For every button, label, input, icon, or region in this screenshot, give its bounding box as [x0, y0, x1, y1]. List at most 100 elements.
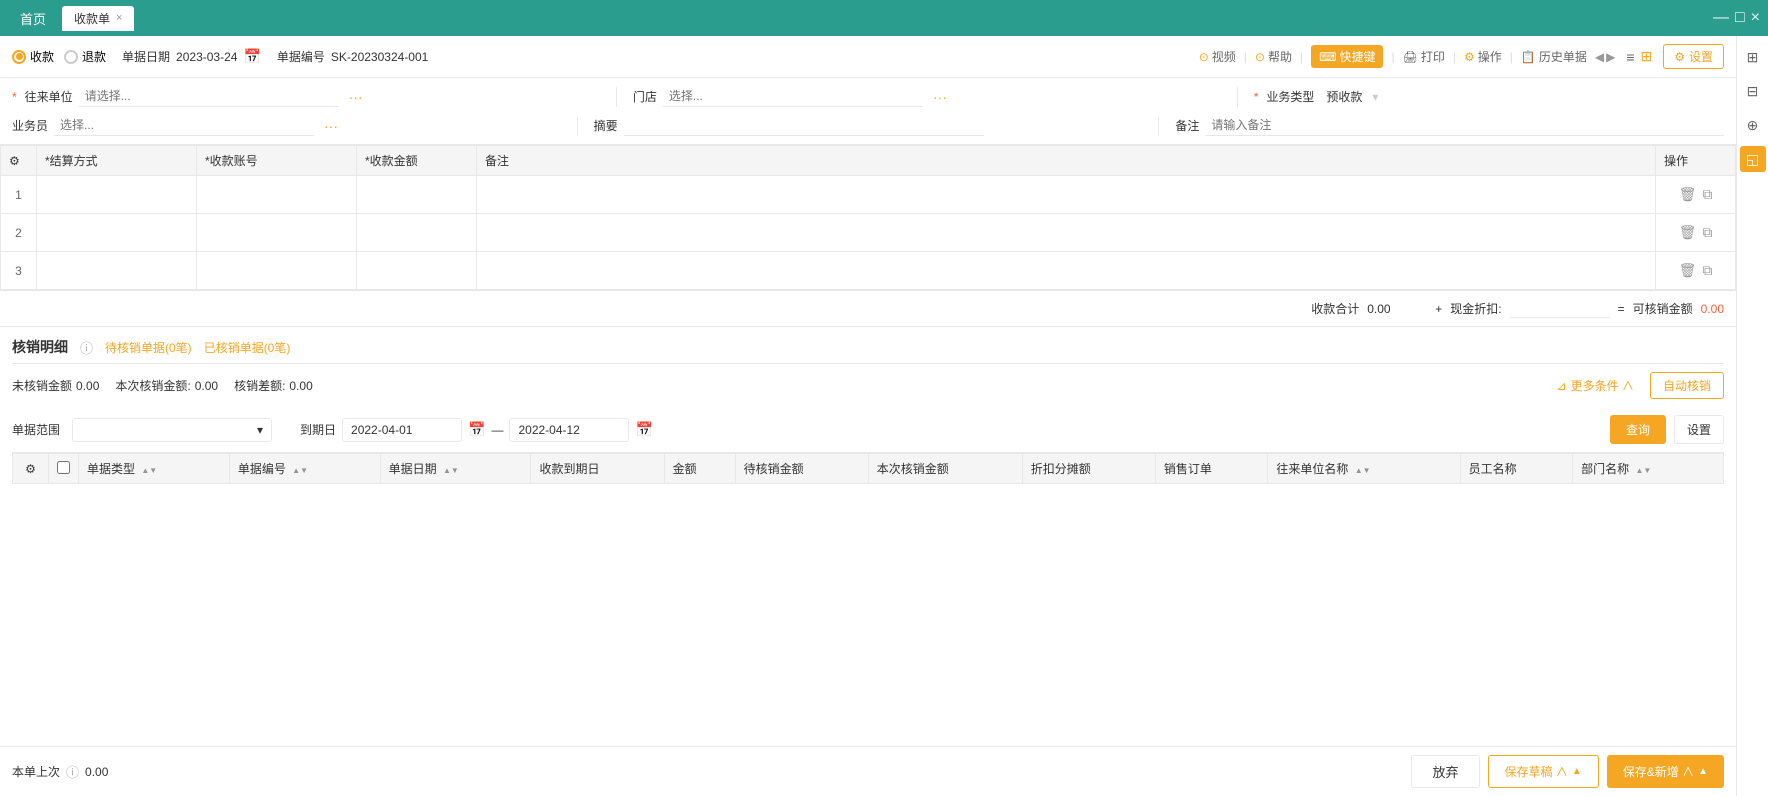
row-3-settlement[interactable] — [37, 252, 197, 290]
store-input[interactable] — [663, 86, 923, 107]
radio-refund-label: 退款 — [82, 48, 106, 65]
sort-arrows-date[interactable]: ▲▼ — [443, 467, 459, 475]
abandon-button[interactable]: 放弃 — [1411, 755, 1479, 788]
sidebar-table-icon[interactable]: ⊞ — [1740, 44, 1766, 70]
list-view-icon[interactable]: ≡ — [1623, 49, 1637, 65]
date-from-input[interactable] — [342, 418, 462, 442]
sort-arrows-number[interactable]: ▲▼ — [292, 467, 308, 475]
active-tab-label: 收款单 — [74, 10, 110, 27]
bt-counterpart-col: 往来单位名称 ▲▼ — [1268, 454, 1460, 484]
sort-arrows-counterpart[interactable]: ▲▼ — [1355, 467, 1371, 475]
video-btn[interactable]: ⊙ 视频 — [1199, 48, 1236, 65]
row-3-account[interactable] — [197, 252, 357, 290]
next-arrow-icon[interactable]: ▶ — [1606, 50, 1615, 64]
sidebar-link-icon[interactable]: ⊕ — [1740, 112, 1766, 138]
date-to-calendar-icon[interactable]: 📅 — [635, 421, 652, 438]
remark-input[interactable] — [1205, 115, 1724, 136]
table-settings-header[interactable]: ⚙ — [1, 146, 37, 176]
settings-button[interactable]: ⚙ 设置 — [1663, 44, 1724, 69]
print-btn[interactable]: 🖨 打印 — [1403, 48, 1445, 65]
range-select[interactable]: ▾ — [72, 418, 272, 442]
sort-arrows-type[interactable]: ▲▼ — [141, 467, 157, 475]
save-new-button[interactable]: 保存&新增 ∧ ▲ — [1607, 755, 1724, 788]
radio-receive[interactable]: 收款 — [12, 48, 54, 65]
home-tab[interactable]: 首页 — [8, 5, 58, 32]
filter-right-buttons: 查询 设置 — [1610, 415, 1724, 444]
row-1-account[interactable] — [197, 176, 357, 214]
footer-info-icon[interactable]: ⓘ — [66, 762, 79, 781]
separator5: | — [1510, 50, 1513, 64]
row-3-copy-icon[interactable]: ⧉ — [1702, 262, 1712, 279]
prev-arrow-icon[interactable]: ◀ — [1595, 50, 1604, 64]
salesperson-input[interactable] — [54, 115, 314, 136]
row-3-amount[interactable] — [357, 252, 477, 290]
draft-button[interactable]: 保存草稿 ∧ ▲ — [1488, 755, 1599, 788]
sidebar-camera-icon[interactable]: ◱ — [1740, 146, 1766, 172]
row-2-copy-icon[interactable]: ⧉ — [1702, 224, 1712, 241]
row-2-remark[interactable] — [477, 214, 1656, 252]
select-all-checkbox[interactable] — [57, 461, 70, 474]
row-2-delete-icon[interactable]: 🗑 — [1679, 224, 1697, 241]
history-btn[interactable]: 📋 历史单据 — [1521, 48, 1587, 65]
filter-settings-button[interactable]: 设置 — [1674, 415, 1724, 444]
row-2-amount[interactable] — [357, 214, 477, 252]
counterpart-more-icon[interactable]: ··· — [345, 89, 367, 105]
view-toggle: ≡ ⊞ — [1623, 48, 1655, 65]
radio-refund[interactable]: 退款 — [64, 48, 106, 65]
biz-type-field: * 业务类型 预收款 ▾ — [1254, 88, 1724, 105]
verify-info-icon[interactable]: ⓘ — [80, 338, 93, 357]
query-button[interactable]: 查询 — [1610, 415, 1666, 444]
bt-settings-col[interactable]: ⚙ — [13, 454, 49, 484]
row-1-action: 🗑 ⧉ — [1656, 176, 1736, 214]
window-close-icon[interactable]: × — [1751, 9, 1760, 27]
operation-btn[interactable]: ⚙ 操作 — [1464, 48, 1502, 65]
grid-view-icon[interactable]: ⊞ — [1637, 48, 1655, 65]
table-row: 1 🗑 ⧉ — [1, 176, 1736, 214]
verify-title: 核销明细 — [12, 337, 68, 357]
summary-input[interactable] — [624, 115, 984, 136]
range-select-arrow: ▾ — [257, 423, 263, 437]
row-3-delete-icon[interactable]: 🗑 — [1679, 262, 1697, 279]
date-to-input[interactable] — [509, 418, 629, 442]
range-label: 单据范围 — [12, 421, 60, 438]
history-icon: 📋 — [1521, 50, 1536, 64]
footer-bar: 本单上次 ⓘ 0.00 放弃 保存草稿 ∧ ▲ 保存&新增 ∧ ▲ — [0, 746, 1736, 796]
radio-group: 收款 退款 — [12, 48, 106, 65]
sidebar-list-icon[interactable]: ⊟ — [1740, 78, 1766, 104]
biz-type-dropdown-icon[interactable]: ▾ — [1372, 90, 1378, 104]
active-tab[interactable]: 收款单 × — [62, 6, 134, 31]
window-maximize-icon[interactable]: □ — [1735, 9, 1745, 27]
row-1-amount[interactable] — [357, 176, 477, 214]
row-2-settlement[interactable] — [37, 214, 197, 252]
auto-verify-button[interactable]: 自动核销 — [1650, 372, 1724, 399]
row-1-settlement[interactable] — [37, 176, 197, 214]
row-1-delete-icon[interactable]: 🗑 — [1679, 186, 1697, 203]
help-btn[interactable]: ⊙ 帮助 — [1255, 48, 1292, 65]
account-header: *收款账号 — [197, 146, 357, 176]
sort-arrows-dept[interactable]: ▲▼ — [1635, 467, 1651, 475]
date-from-calendar-icon[interactable]: 📅 — [468, 421, 485, 438]
row-2-account[interactable] — [197, 214, 357, 252]
calendar-icon[interactable]: 📅 — [243, 48, 260, 65]
unchecked-stat: 未核销金额 0.00 — [12, 377, 99, 394]
bt-checkbox-col[interactable] — [49, 454, 79, 484]
form-fields-section: * 往来单位 ··· 门店 ··· * 业务类型 预收款 ▾ 业务员 — [0, 78, 1736, 145]
row-3-remark[interactable] — [477, 252, 1656, 290]
shortcut-btn[interactable]: ⌨ 快捷键 — [1311, 45, 1383, 68]
row-1-copy-icon[interactable]: ⧉ — [1702, 186, 1712, 203]
discount-input[interactable] — [1510, 299, 1610, 318]
done-tab[interactable]: 已核销单据(0笔) — [204, 339, 291, 356]
window-minimize-icon[interactable]: — — [1713, 9, 1729, 27]
counterpart-input[interactable] — [79, 86, 339, 107]
verify-section: 核销明细 ⓘ 待核销单据(0笔) 已核销单据(0笔) 未核销金额 0.00 本次… — [0, 327, 1736, 746]
row-1-remark[interactable] — [477, 176, 1656, 214]
due-date-label: 到期日 — [300, 421, 336, 438]
pending-tab[interactable]: 待核销单据(0笔) — [105, 339, 192, 356]
footer-left: 本单上次 ⓘ 0.00 — [12, 762, 108, 781]
more-conditions-btn[interactable]: ⊿ 更多条件 ∧ — [1557, 377, 1634, 394]
close-tab-icon[interactable]: × — [116, 12, 122, 24]
salesperson-more-icon[interactable]: ··· — [320, 118, 342, 134]
store-more-icon[interactable]: ··· — [929, 89, 951, 105]
header-right-actions: ⊙ 视频 | ⊙ 帮助 | ⌨ 快捷键 | 🖨 打印 | ⚙ 操作 — [1199, 44, 1724, 69]
remark-label: 备注 — [1175, 117, 1199, 134]
